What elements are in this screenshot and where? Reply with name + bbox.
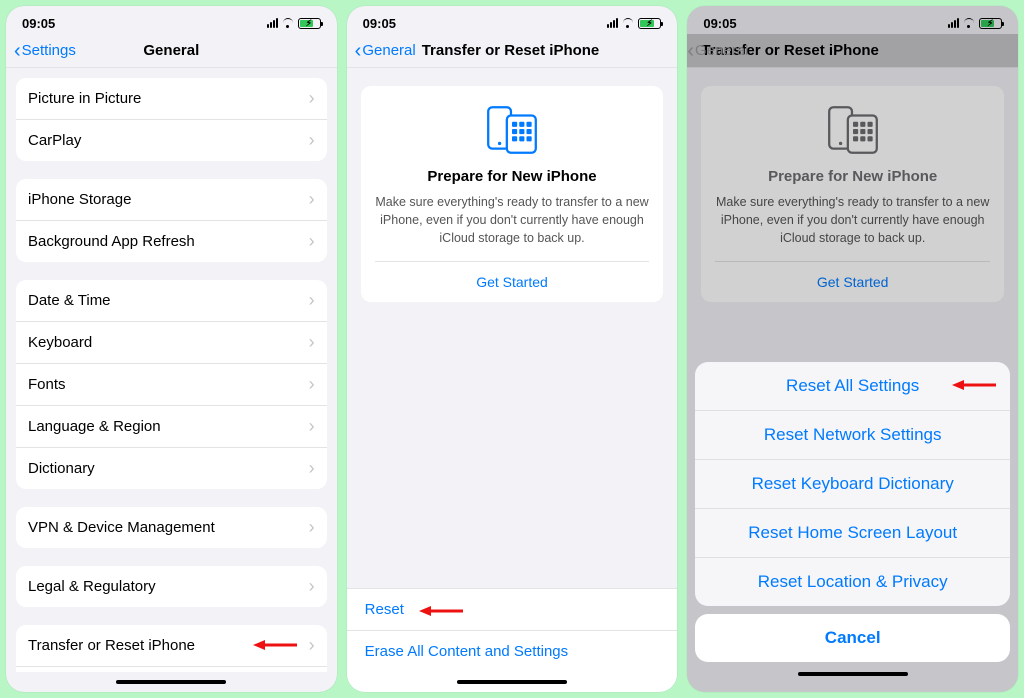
chevron-right-icon: › xyxy=(309,517,315,538)
chevron-left-icon: ‹ xyxy=(14,41,21,61)
group-localization: Date & Time› Keyboard› Fonts› Language &… xyxy=(16,280,327,489)
bottom-actions: Reset Erase All Content and Settings xyxy=(347,588,678,692)
chevron-right-icon: › xyxy=(309,290,315,311)
row-legal[interactable]: Legal & Regulatory› xyxy=(16,566,327,607)
action-sheet: Reset All Settings Reset Network Setting… xyxy=(695,362,1010,684)
home-indicator[interactable] xyxy=(347,672,678,692)
nav-title: Transfer or Reset iPhone xyxy=(422,42,600,59)
transfer-reset-content: Prepare for New iPhone Make sure everyth… xyxy=(347,68,678,692)
prepare-text: Make sure everything's ready to transfer… xyxy=(375,193,650,247)
cellular-icon xyxy=(607,18,618,28)
chevron-right-icon: › xyxy=(309,189,315,210)
cancel-button[interactable]: Cancel xyxy=(695,614,1010,662)
battery-icon: ⚡︎ xyxy=(638,18,661,29)
wifi-icon xyxy=(621,18,635,28)
nav-bar: ‹ Settings General xyxy=(6,34,337,68)
chevron-left-icon: ‹ xyxy=(355,41,362,61)
chevron-left-icon: ‹ xyxy=(687,41,694,61)
wifi-icon xyxy=(962,18,976,28)
battery-icon: ⚡︎ xyxy=(979,18,1002,29)
chevron-right-icon: › xyxy=(309,416,315,437)
cellular-icon xyxy=(948,18,959,28)
chevron-right-icon: › xyxy=(309,635,315,656)
row-transfer-reset[interactable]: Transfer or Reset iPhone › xyxy=(16,625,327,666)
status-bar: 09:05 ⚡︎ xyxy=(347,6,678,34)
screen-general: 09:05 ⚡︎ ‹ Settings General Picture in P… xyxy=(6,6,337,692)
status-time: 09:05 xyxy=(22,16,55,31)
opt-reset-all-settings[interactable]: Reset All Settings xyxy=(695,362,1010,410)
row-date-time[interactable]: Date & Time› xyxy=(16,280,327,321)
chevron-right-icon: › xyxy=(309,332,315,353)
group-media: Picture in Picture› CarPlay› xyxy=(16,78,327,161)
prepare-hero-icon xyxy=(715,104,990,156)
chevron-right-icon: › xyxy=(309,231,315,252)
row-fonts[interactable]: Fonts› xyxy=(16,363,327,405)
row-background-refresh[interactable]: Background App Refresh› xyxy=(16,220,327,262)
home-indicator[interactable] xyxy=(6,672,337,692)
status-right: ⚡︎ xyxy=(607,18,661,29)
row-dictionary[interactable]: Dictionary› xyxy=(16,447,327,489)
annotation-arrow-icon xyxy=(417,603,465,619)
opt-reset-location-privacy[interactable]: Reset Location & Privacy xyxy=(695,557,1010,606)
group-legal: Legal & Regulatory› xyxy=(16,566,327,607)
action-sheet-options: Reset All Settings Reset Network Setting… xyxy=(695,362,1010,606)
nav-title: Transfer or Reset iPhone xyxy=(701,42,879,59)
general-list: Picture in Picture› CarPlay› iPhone Stor… xyxy=(6,68,337,672)
row-language-region[interactable]: Language & Region› xyxy=(16,405,327,447)
row-picture-in-picture[interactable]: Picture in Picture› xyxy=(16,78,327,119)
row-vpn[interactable]: VPN & Device Management› xyxy=(16,507,327,548)
home-indicator[interactable] xyxy=(695,664,1010,684)
nav-title: General xyxy=(143,42,199,59)
status-bar: 09:05 ⚡︎ xyxy=(6,6,337,34)
back-button[interactable]: ‹ Settings xyxy=(14,41,76,61)
screen-reset-sheet: 09:05 ⚡︎ ‹ General Transfer or Reset iPh… xyxy=(687,6,1018,692)
prepare-card: Prepare for New iPhone Make sure everyth… xyxy=(701,86,1004,302)
annotation-arrow-icon xyxy=(950,377,998,393)
group-storage: iPhone Storage› Background App Refresh› xyxy=(16,179,327,262)
prepare-title: Prepare for New iPhone xyxy=(715,168,990,185)
chevron-right-icon: › xyxy=(309,576,315,597)
opt-reset-keyboard[interactable]: Reset Keyboard Dictionary xyxy=(695,459,1010,508)
nav-bar: ‹ General Transfer or Reset iPhone xyxy=(687,34,1018,68)
prepare-card: Prepare for New iPhone Make sure everyth… xyxy=(361,86,664,302)
chevron-right-icon: › xyxy=(309,130,315,151)
group-reset: Transfer or Reset iPhone › Shut Down xyxy=(16,625,327,672)
chevron-right-icon: › xyxy=(309,88,315,109)
opt-reset-network[interactable]: Reset Network Settings xyxy=(695,410,1010,459)
back-label: Settings xyxy=(22,42,76,59)
prepare-title: Prepare for New iPhone xyxy=(375,168,650,185)
annotation-arrow-icon xyxy=(251,637,299,653)
cellular-icon xyxy=(267,18,278,28)
row-iphone-storage[interactable]: iPhone Storage› xyxy=(16,179,327,220)
opt-reset-home-screen[interactable]: Reset Home Screen Layout xyxy=(695,508,1010,557)
wifi-icon xyxy=(281,18,295,28)
prepare-text: Make sure everything's ready to transfer… xyxy=(715,193,990,247)
status-bar: 09:05 ⚡︎ xyxy=(687,6,1018,34)
back-button[interactable]: ‹ General xyxy=(355,41,416,61)
get-started-button[interactable]: Get Started xyxy=(375,261,650,302)
nav-bar: ‹ General Transfer or Reset iPhone xyxy=(347,34,678,68)
get-started-button: Get Started xyxy=(715,261,990,302)
row-reset[interactable]: Reset xyxy=(347,588,678,630)
chevron-right-icon: › xyxy=(309,374,315,395)
screen-transfer-reset: 09:05 ⚡︎ ‹ General Transfer or Reset iPh… xyxy=(347,6,678,692)
group-vpn: VPN & Device Management› xyxy=(16,507,327,548)
status-right: ⚡︎ xyxy=(267,18,321,29)
status-right: ⚡︎ xyxy=(948,18,1002,29)
status-time: 09:05 xyxy=(703,16,736,31)
back-label: General xyxy=(362,42,415,59)
battery-icon: ⚡︎ xyxy=(298,18,321,29)
row-shut-down[interactable]: Shut Down xyxy=(16,666,327,672)
status-time: 09:05 xyxy=(363,16,396,31)
prepare-hero-icon xyxy=(375,104,650,156)
row-erase-all[interactable]: Erase All Content and Settings xyxy=(347,630,678,672)
chevron-right-icon: › xyxy=(309,458,315,479)
row-carplay[interactable]: CarPlay› xyxy=(16,119,327,161)
row-keyboard[interactable]: Keyboard› xyxy=(16,321,327,363)
